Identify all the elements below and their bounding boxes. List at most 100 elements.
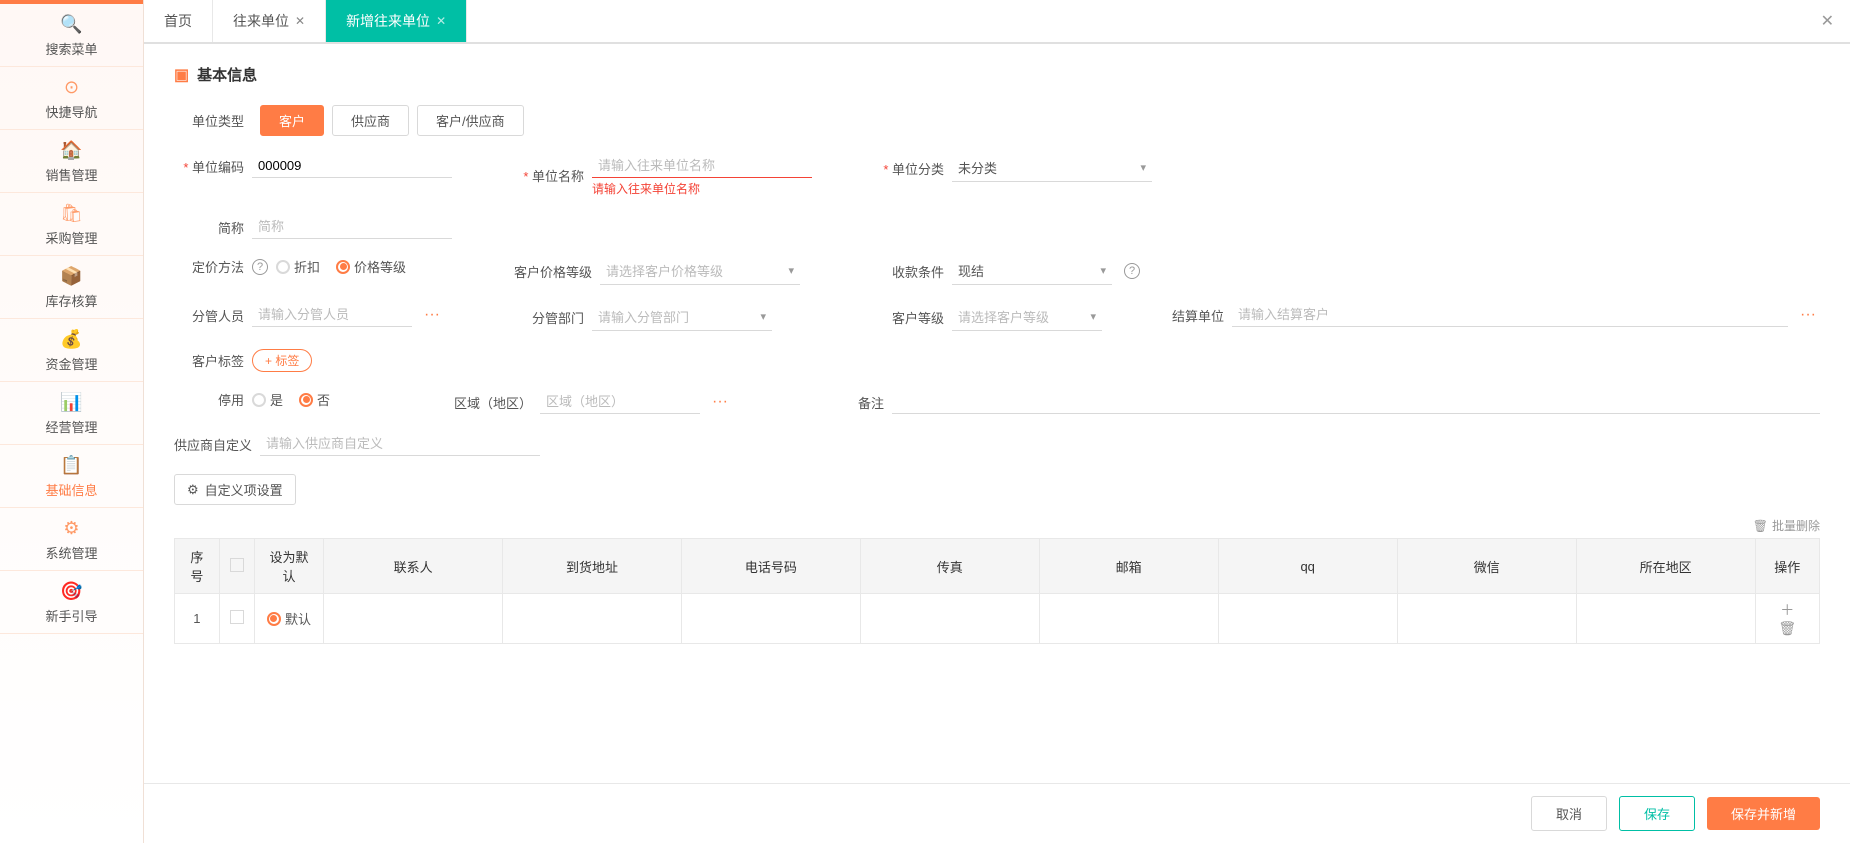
sidebar-item-basic[interactable]: 📋 基础信息 bbox=[0, 445, 143, 508]
sidebar-item-sales[interactable]: 🏠 销售管理 bbox=[0, 130, 143, 193]
sidebar-item-quicknav[interactable]: ⊙ 快捷导航 bbox=[0, 67, 143, 130]
add-row-icon[interactable]: ＋ bbox=[1780, 602, 1794, 618]
settlement-unit-input[interactable] bbox=[1232, 303, 1788, 327]
unit-type-row: 单位类型 客户 供应商 客户/供应商 bbox=[174, 105, 1820, 136]
unit-type-supplier[interactable]: 供应商 bbox=[332, 105, 409, 136]
region-label: 区域（地区） bbox=[454, 393, 532, 412]
region-more-icon[interactable]: ··· bbox=[708, 393, 732, 411]
add-tag-label: + 标签 bbox=[265, 352, 299, 369]
batch-delete-area[interactable]: 🗑 批量删除 bbox=[174, 517, 1820, 534]
sidebar-item-purchase[interactable]: 🛍 采购管理 bbox=[0, 193, 143, 256]
qq-input[interactable] bbox=[1229, 607, 1387, 630]
custom-settings-label: 自定义项设置 bbox=[205, 480, 283, 499]
tab-partners-close[interactable]: ✕ bbox=[295, 14, 305, 28]
settlement-more-icon[interactable]: ··· bbox=[1796, 306, 1820, 324]
delivery-input[interactable] bbox=[513, 607, 671, 630]
unit-type-group: 客户 供应商 客户/供应商 bbox=[260, 105, 524, 136]
unit-type-both[interactable]: 客户/供应商 bbox=[417, 105, 524, 136]
save-button[interactable]: 保存 bbox=[1619, 796, 1695, 831]
delete-row-icon[interactable]: 🗑 bbox=[1778, 620, 1796, 636]
sidebar-item-inventory[interactable]: 📦 库存核算 bbox=[0, 256, 143, 319]
unit-code-input[interactable] bbox=[252, 154, 452, 178]
customer-level-select[interactable]: 请选择客户等级 ▾ bbox=[952, 303, 1102, 331]
tab-new-partner-close[interactable]: ✕ bbox=[436, 14, 446, 28]
custom-settings-button[interactable]: ⚙ 自定义项设置 bbox=[174, 474, 296, 505]
search-icon: 🔍 bbox=[60, 14, 82, 35]
unit-type-customer[interactable]: 客户 bbox=[260, 105, 324, 136]
cell-qq bbox=[1218, 594, 1397, 644]
default-radio-item[interactable]: 默认 bbox=[265, 609, 313, 628]
remark-input[interactable] bbox=[892, 390, 1820, 414]
unit-name-error: 请输入往来单位名称 bbox=[592, 180, 854, 197]
sidebar-item-search[interactable]: 🔍 搜索菜单 bbox=[0, 4, 143, 67]
pricing-discount[interactable]: 折扣 bbox=[276, 257, 320, 276]
guide-icon: 🎯 bbox=[60, 581, 82, 602]
department-chevron-icon: ▾ bbox=[760, 310, 766, 323]
disable-no-radio bbox=[299, 393, 313, 407]
sidebar-item-label: 新手引导 bbox=[45, 606, 97, 625]
cell-wechat bbox=[1397, 594, 1576, 644]
col-seq: 序号 bbox=[175, 539, 220, 594]
tab-home[interactable]: 首页 bbox=[144, 0, 213, 42]
pricing-radio-group: 折扣 价格等级 bbox=[276, 257, 406, 276]
payment-terms-select[interactable]: 现结 ▾ bbox=[952, 257, 1112, 285]
sidebar-item-label: 快捷导航 bbox=[45, 102, 97, 121]
phone-input[interactable] bbox=[692, 607, 850, 630]
pricing-help-icon[interactable]: ? bbox=[252, 259, 268, 275]
sidebar-item-operations[interactable]: 📊 经营管理 bbox=[0, 382, 143, 445]
short-name-input[interactable] bbox=[252, 215, 452, 239]
disable-yes-label: 是 bbox=[270, 390, 283, 409]
tab-new-partner[interactable]: 新增往来单位 ✕ bbox=[326, 0, 467, 42]
wechat-input[interactable] bbox=[1408, 607, 1566, 630]
region-input[interactable] bbox=[540, 390, 700, 414]
customer-level-chevron-icon: ▾ bbox=[1090, 310, 1096, 323]
sidebar-item-label: 采购管理 bbox=[45, 228, 97, 247]
add-tag-button[interactable]: + 标签 bbox=[252, 349, 312, 372]
col-wechat: 微信 bbox=[1397, 539, 1576, 594]
content-area: ▣ 基本信息 单位类型 客户 供应商 客户/供应商 单位编码 单位名称 bbox=[144, 44, 1850, 783]
disable-yes[interactable]: 是 bbox=[252, 390, 283, 409]
payment-help-icon[interactable]: ? bbox=[1124, 263, 1140, 279]
contact-input[interactable] bbox=[334, 607, 492, 630]
unit-name-label: 单位名称 bbox=[514, 166, 584, 185]
customer-level-label: 客户等级 bbox=[874, 308, 944, 327]
tab-partners[interactable]: 往来单位 ✕ bbox=[213, 0, 326, 42]
cell-default[interactable]: 默认 bbox=[254, 594, 323, 644]
location-input[interactable] bbox=[1587, 607, 1745, 630]
unit-category-select[interactable]: 未分类 ▾ bbox=[952, 154, 1152, 182]
cancel-button[interactable]: 取消 bbox=[1531, 796, 1607, 831]
pricing-price-level[interactable]: 价格等级 bbox=[336, 257, 406, 276]
email-input[interactable] bbox=[1050, 607, 1208, 630]
unit-name-input[interactable] bbox=[592, 154, 812, 178]
save-new-button[interactable]: 保存并新增 bbox=[1707, 797, 1820, 830]
disable-no[interactable]: 否 bbox=[299, 390, 330, 409]
disable-label: 停用 bbox=[174, 390, 244, 409]
finance-icon: 💰 bbox=[60, 329, 82, 350]
pricing-discount-radio bbox=[276, 260, 290, 274]
cell-delivery bbox=[503, 594, 682, 644]
tab-bar-close-btn[interactable]: ✕ bbox=[1805, 0, 1850, 42]
manager-input[interactable] bbox=[252, 303, 412, 327]
payment-terms-value: 现结 bbox=[958, 261, 1096, 280]
department-select[interactable]: 请输入分管部门 ▾ bbox=[592, 303, 772, 331]
customer-price-level-select[interactable]: 请选择客户价格等级 ▾ bbox=[600, 257, 800, 285]
sidebar-item-label: 销售管理 bbox=[45, 165, 97, 184]
cell-contact bbox=[324, 594, 503, 644]
select-all-checkbox[interactable] bbox=[230, 558, 244, 572]
manager-more-icon[interactable]: ··· bbox=[420, 306, 444, 324]
tab-partners-label: 往来单位 bbox=[233, 11, 289, 31]
sidebar-item-guide[interactable]: 🎯 新手引导 bbox=[0, 571, 143, 634]
inventory-icon: 📦 bbox=[60, 266, 82, 287]
row-checkbox[interactable] bbox=[230, 610, 244, 624]
sidebar-item-finance[interactable]: 💰 资金管理 bbox=[0, 319, 143, 382]
sidebar-item-label: 库存核算 bbox=[45, 291, 97, 310]
supplier-custom-input[interactable] bbox=[260, 432, 540, 456]
unit-code-row: 单位编码 单位名称 请输入往来单位名称 单位分类 未分类 ▾ bbox=[174, 154, 1820, 197]
sidebar-item-label: 经营管理 bbox=[45, 417, 97, 436]
fax-input[interactable] bbox=[871, 607, 1029, 630]
table-header-row: 序号 设为默认 联系人 到货地址 电话号码 传真 邮箱 qq 微信 所在地区 操… bbox=[175, 539, 1820, 594]
disable-no-label: 否 bbox=[317, 390, 330, 409]
sidebar-item-label: 搜索菜单 bbox=[45, 39, 97, 58]
sales-icon: 🏠 bbox=[60, 140, 82, 161]
sidebar-item-system[interactable]: ⚙ 系统管理 bbox=[0, 508, 143, 571]
